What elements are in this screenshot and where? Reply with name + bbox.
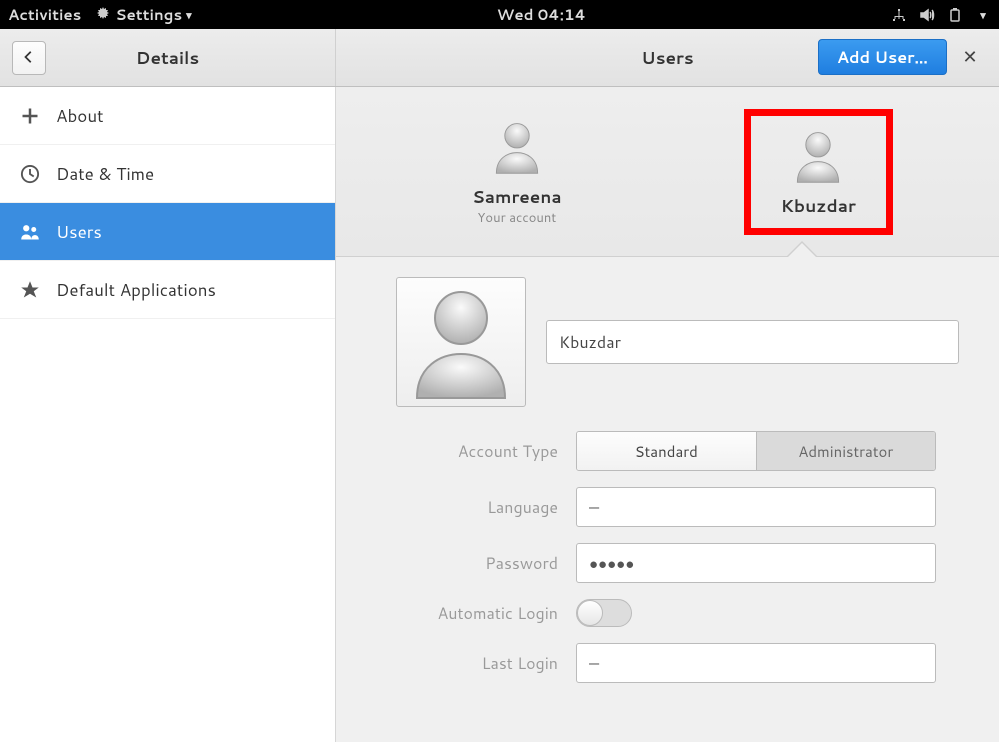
- app-menu-label: Settings: [115, 4, 182, 25]
- add-user-label: Add User…: [837, 46, 928, 69]
- content-pane: Samreena Your account Kbuzdar Account Ty…: [336, 87, 999, 742]
- account-type-segmented: Standard Administrator: [576, 431, 936, 471]
- add-user-button[interactable]: Add User…: [818, 39, 947, 75]
- user-name-label: Samreena: [472, 185, 561, 209]
- clock-icon: [20, 164, 40, 184]
- headerbar-left-title: Details: [136, 46, 199, 70]
- user-name-label: Kbuzdar: [781, 194, 856, 218]
- chevron-left-icon: [22, 47, 36, 70]
- switch-knob: [577, 600, 603, 626]
- account-type-label: Account Type: [396, 440, 576, 463]
- last-login-field[interactable]: —: [576, 643, 936, 683]
- password-label: Password: [396, 552, 576, 575]
- account-type-standard-button[interactable]: Standard: [577, 432, 756, 470]
- language-label: Language: [396, 496, 576, 519]
- users-icon: [20, 222, 40, 242]
- activities-button[interactable]: Activities: [8, 4, 81, 25]
- avatar-icon: [788, 126, 848, 186]
- sidebar-item-datetime[interactable]: Date & Time: [0, 145, 335, 203]
- selected-notch: [788, 243, 816, 257]
- volume-icon[interactable]: [919, 7, 935, 23]
- activities-label: Activities: [8, 4, 81, 25]
- network-icon[interactable]: [891, 7, 907, 23]
- avatar-icon: [487, 117, 547, 177]
- sidebar-item-users[interactable]: Users: [0, 203, 335, 261]
- automatic-login-switch[interactable]: [576, 599, 632, 627]
- user-detail-form: Account Type Standard Administrator Lang…: [336, 257, 999, 742]
- sidebar-item-about[interactable]: About: [0, 87, 335, 145]
- system-menu-dropdown-icon[interactable]: ▾: [975, 7, 991, 23]
- window-headerbar: Details Users Add User… ✕: [0, 29, 999, 87]
- app-menu-button[interactable]: Settings: [95, 4, 191, 25]
- plus-icon: [20, 106, 40, 126]
- user-card-kbuzdar[interactable]: Kbuzdar: [744, 109, 893, 235]
- gnome-top-bar: Activities Settings Wed 04:14 ▾: [0, 0, 999, 29]
- sidebar-item-label: Default Applications: [56, 278, 216, 302]
- close-icon: ✕: [962, 43, 977, 69]
- account-type-administrator-button[interactable]: Administrator: [756, 432, 936, 470]
- avatar-picker[interactable]: [396, 277, 526, 407]
- sidebar-item-label: Date & Time: [56, 162, 154, 186]
- language-field[interactable]: —: [576, 487, 936, 527]
- clock-label[interactable]: Wed 04:14: [192, 4, 891, 25]
- battery-icon[interactable]: [947, 7, 963, 23]
- automatic-login-label: Automatic Login: [396, 602, 576, 625]
- user-card-samreena[interactable]: Samreena Your account: [442, 107, 591, 237]
- last-login-label: Last Login: [396, 652, 576, 675]
- sidebar-item-label: About: [56, 104, 104, 128]
- full-name-input[interactable]: [546, 320, 959, 364]
- password-field[interactable]: ●●●●●: [576, 543, 936, 583]
- user-sub-label: Your account: [477, 209, 556, 227]
- sidebar: About Date & Time Users Default Applicat…: [0, 87, 336, 742]
- main-split: About Date & Time Users Default Applicat…: [0, 87, 999, 742]
- sidebar-item-label: Users: [56, 220, 102, 244]
- back-button[interactable]: [12, 41, 46, 75]
- user-selector-row: Samreena Your account Kbuzdar: [336, 87, 999, 257]
- close-button[interactable]: ✕: [957, 43, 983, 69]
- star-icon: [20, 280, 40, 300]
- sidebar-item-default-apps[interactable]: Default Applications: [0, 261, 335, 319]
- settings-app-icon: [95, 7, 111, 23]
